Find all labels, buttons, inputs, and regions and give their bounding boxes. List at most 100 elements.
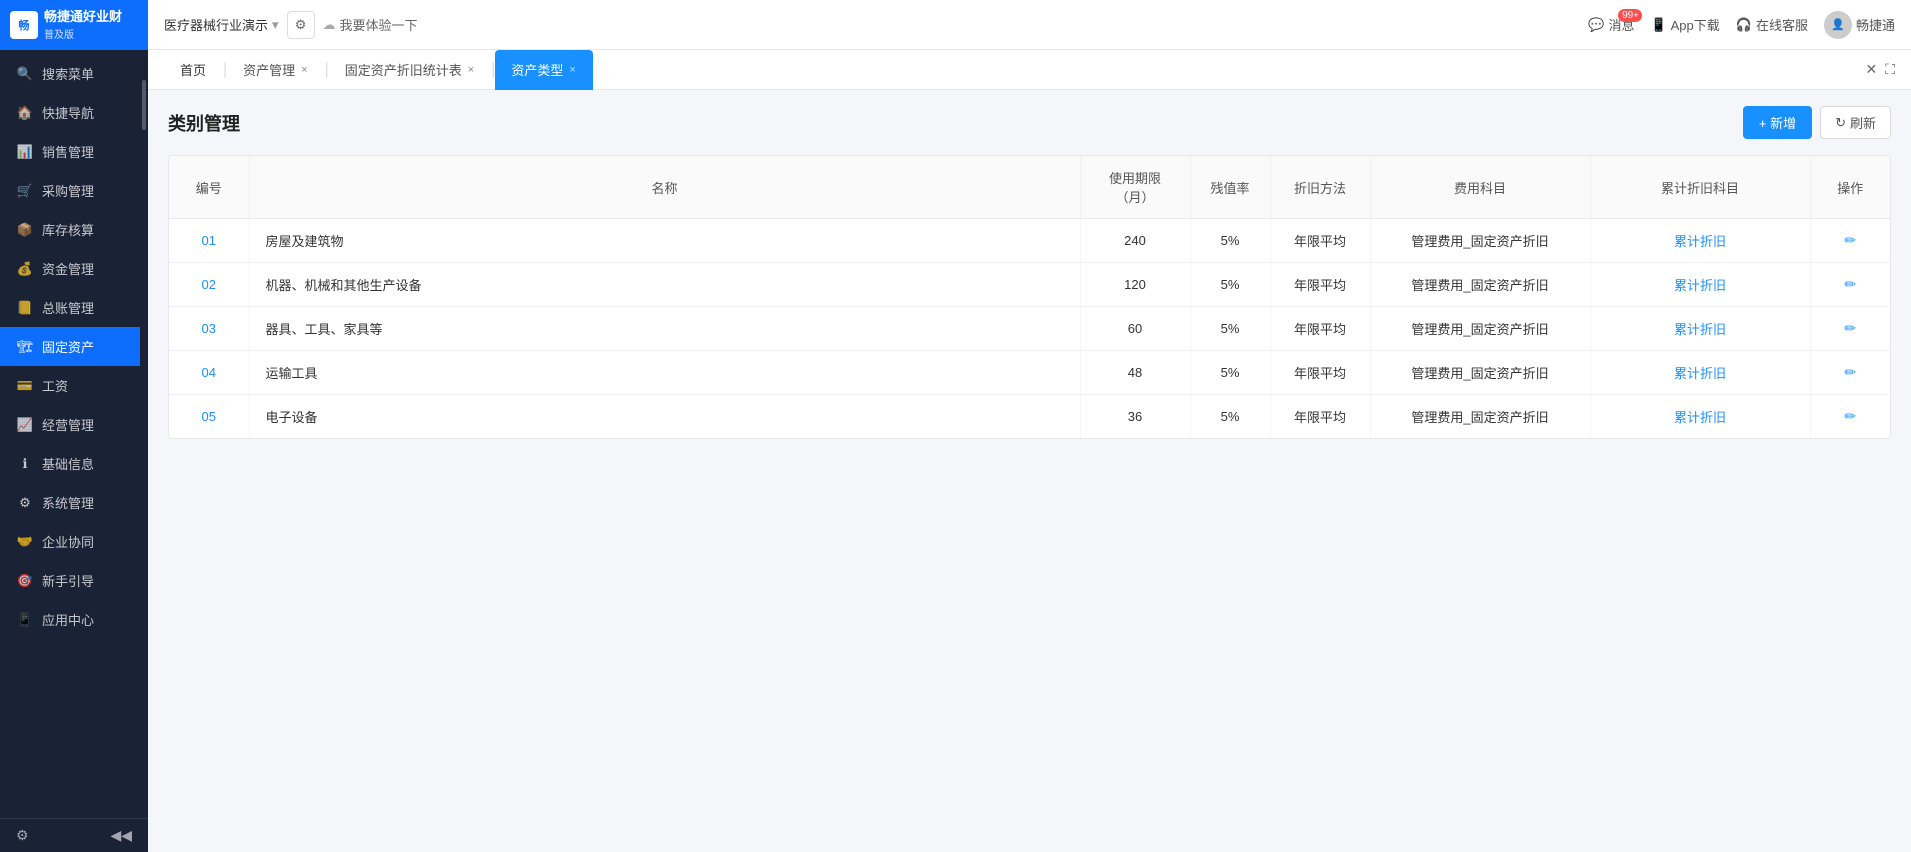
col-header-name: 名称 xyxy=(249,156,1080,219)
sidebar-nav: 🔍 搜索菜单 🏠 快捷导航 📊 销售管理 🛒 采购管理 📦 库存核算 💰 xyxy=(0,50,140,818)
tab-asset-management[interactable]: 资产管理 × xyxy=(227,50,324,90)
col-header-period: 使用期限（月） xyxy=(1080,156,1190,219)
cell-action: ✏ xyxy=(1810,307,1890,351)
sidebar-item-inventory[interactable]: 📦 库存核算 xyxy=(0,210,140,249)
maximize-icon[interactable]: ⛶ xyxy=(1885,61,1895,78)
sidebar-item-label: 系统管理 xyxy=(42,493,94,512)
app-subtitle: 普及版 xyxy=(44,26,122,41)
sidebar-item-system[interactable]: ⚙ 系统管理 xyxy=(0,483,140,522)
sidebar-item-basic-info[interactable]: ℹ 基础信息 xyxy=(0,444,140,483)
sidebar-item-label: 企业协同 xyxy=(42,532,94,551)
sidebar-item-purchase[interactable]: 🛒 采购管理 xyxy=(0,171,140,210)
col-header-expense: 费用科目 xyxy=(1370,156,1590,219)
tab-home-label: 首页 xyxy=(180,60,206,79)
window-controls: ✕ ⛶ xyxy=(1865,61,1895,78)
cell-period: 60 xyxy=(1080,307,1190,351)
cell-method: 年限平均 xyxy=(1270,263,1370,307)
settings-icon[interactable]: ⚙ xyxy=(16,827,29,844)
cell-code: 02 xyxy=(169,263,249,307)
cell-name: 运输工具 xyxy=(249,351,1080,395)
cell-code: 01 xyxy=(169,219,249,263)
purchase-icon: 🛒 xyxy=(16,182,34,200)
tab-close-asset-management[interactable]: × xyxy=(301,64,307,76)
tab-home[interactable]: 首页 xyxy=(164,50,223,90)
collapse-icon[interactable]: ◀◀ xyxy=(110,827,132,844)
cell-residual: 5% xyxy=(1190,395,1270,439)
sidebar-item-enterprise[interactable]: 🤝 企业协同 xyxy=(0,522,140,561)
edit-button[interactable]: ✏ xyxy=(1844,232,1856,248)
app-title: 畅捷通好业财 xyxy=(44,9,122,26)
sidebar-item-sales[interactable]: 📊 销售管理 xyxy=(0,132,140,171)
operations-icon: 📈 xyxy=(16,416,34,434)
cell-residual: 5% xyxy=(1190,351,1270,395)
tab-asset-type[interactable]: 资产类型 × xyxy=(495,50,592,90)
sidebar-item-capital[interactable]: 💰 资金管理 xyxy=(0,249,140,288)
cell-method: 年限平均 xyxy=(1270,395,1370,439)
user-menu[interactable]: 👤 畅捷通 xyxy=(1824,11,1895,39)
cell-period: 120 xyxy=(1080,263,1190,307)
page-content: 类别管理 + 新增 ↻ 刷新 编号 名称 使用期限（月） 残值率 折旧方法 xyxy=(148,90,1911,852)
sidebar-scrollbar[interactable] xyxy=(140,50,148,818)
data-table: 编号 名称 使用期限（月） 残值率 折旧方法 费用科目 累计折旧科目 操作 01… xyxy=(168,155,1891,439)
topbar-right: 💬 消息 99+ 📱 App下载 🎧 在线客服 👤 畅捷通 xyxy=(1588,11,1895,39)
refresh-button[interactable]: ↻ 刷新 xyxy=(1820,106,1891,139)
sidebar-item-quick-nav[interactable]: 🏠 快捷导航 xyxy=(0,93,140,132)
close-window-icon[interactable]: ✕ xyxy=(1865,61,1877,78)
sidebar-item-label: 总账管理 xyxy=(42,298,94,317)
capital-icon: 💰 xyxy=(16,260,34,278)
col-header-code: 编号 xyxy=(169,156,249,219)
main-content: 医疗器械行业演示 ▾ ⚙ ☁ 我要体验一下 💬 消息 99+ 📱 App下载 xyxy=(148,0,1911,852)
cell-name: 电子设备 xyxy=(249,395,1080,439)
gear-icon: ⚙ xyxy=(295,17,307,33)
sidebar-item-payroll[interactable]: 💳 工资 xyxy=(0,366,140,405)
sidebar-item-guide[interactable]: 🎯 新手引导 xyxy=(0,561,140,600)
tab-depreciation-table[interactable]: 固定资产折旧统计表 × xyxy=(329,50,491,90)
tab-close-asset-type[interactable]: × xyxy=(569,64,575,76)
col-header-residual: 残值率 xyxy=(1190,156,1270,219)
cell-residual: 5% xyxy=(1190,219,1270,263)
tab-asset-management-label: 资产管理 xyxy=(243,60,295,79)
experience-button[interactable]: ☁ 我要体验一下 xyxy=(323,15,418,34)
company-selector[interactable]: 医疗器械行业演示 ▾ xyxy=(164,15,279,34)
edit-button[interactable]: ✏ xyxy=(1844,276,1856,292)
sidebar-item-label: 库存核算 xyxy=(42,220,94,239)
settings-button[interactable]: ⚙ xyxy=(287,11,315,39)
tab-close-depreciation[interactable]: × xyxy=(468,64,474,76)
edit-button[interactable]: ✏ xyxy=(1844,408,1856,424)
download-icon: 📱 xyxy=(1650,17,1666,33)
app-download-button[interactable]: 📱 App下载 xyxy=(1650,15,1719,34)
cell-period: 240 xyxy=(1080,219,1190,263)
notification-button[interactable]: 💬 消息 99+ xyxy=(1588,15,1634,34)
sidebar-item-search[interactable]: 🔍 搜索菜单 xyxy=(0,54,140,93)
cell-name: 器具、工具、家具等 xyxy=(249,307,1080,351)
cell-code: 04 xyxy=(169,351,249,395)
sidebar-item-label: 固定资产 xyxy=(42,337,94,356)
cell-accum: 累计折旧 xyxy=(1590,219,1810,263)
cell-accum: 累计折旧 xyxy=(1590,263,1810,307)
new-button[interactable]: + 新增 xyxy=(1743,106,1812,139)
page-title: 类别管理 xyxy=(168,110,240,136)
col-header-method: 折旧方法 xyxy=(1270,156,1370,219)
sidebar-item-fixed-assets[interactable]: 🏗 固定资产 xyxy=(0,327,140,366)
cell-accum: 累计折旧 xyxy=(1590,395,1810,439)
sales-icon: 📊 xyxy=(16,143,34,161)
sidebar-header: 畅 畅捷通好业财 普及版 xyxy=(0,0,148,50)
sidebar-item-app-center[interactable]: 📱 应用中心 xyxy=(0,600,140,639)
cell-name: 机器、机械和其他生产设备 xyxy=(249,263,1080,307)
tab-asset-type-label: 资产类型 xyxy=(511,60,563,79)
sidebar-item-label: 快捷导航 xyxy=(42,103,94,122)
sidebar-item-label: 应用中心 xyxy=(42,610,94,629)
scrollbar-thumb xyxy=(142,80,146,130)
company-name: 医疗器械行业演示 xyxy=(164,15,268,34)
sidebar-item-operations[interactable]: 📈 经营管理 xyxy=(0,405,140,444)
cell-method: 年限平均 xyxy=(1270,351,1370,395)
edit-button[interactable]: ✏ xyxy=(1844,364,1856,380)
edit-button[interactable]: ✏ xyxy=(1844,320,1856,336)
sidebar-footer: ⚙ ◀◀ xyxy=(0,818,148,852)
table-header: 编号 名称 使用期限（月） 残值率 折旧方法 费用科目 累计折旧科目 操作 xyxy=(169,156,1890,219)
sidebar-item-ledger[interactable]: 📒 总账管理 xyxy=(0,288,140,327)
experience-label: 我要体验一下 xyxy=(340,15,418,34)
cell-accum: 累计折旧 xyxy=(1590,307,1810,351)
cell-method: 年限平均 xyxy=(1270,219,1370,263)
customer-service-button[interactable]: 🎧 在线客服 xyxy=(1736,15,1808,34)
